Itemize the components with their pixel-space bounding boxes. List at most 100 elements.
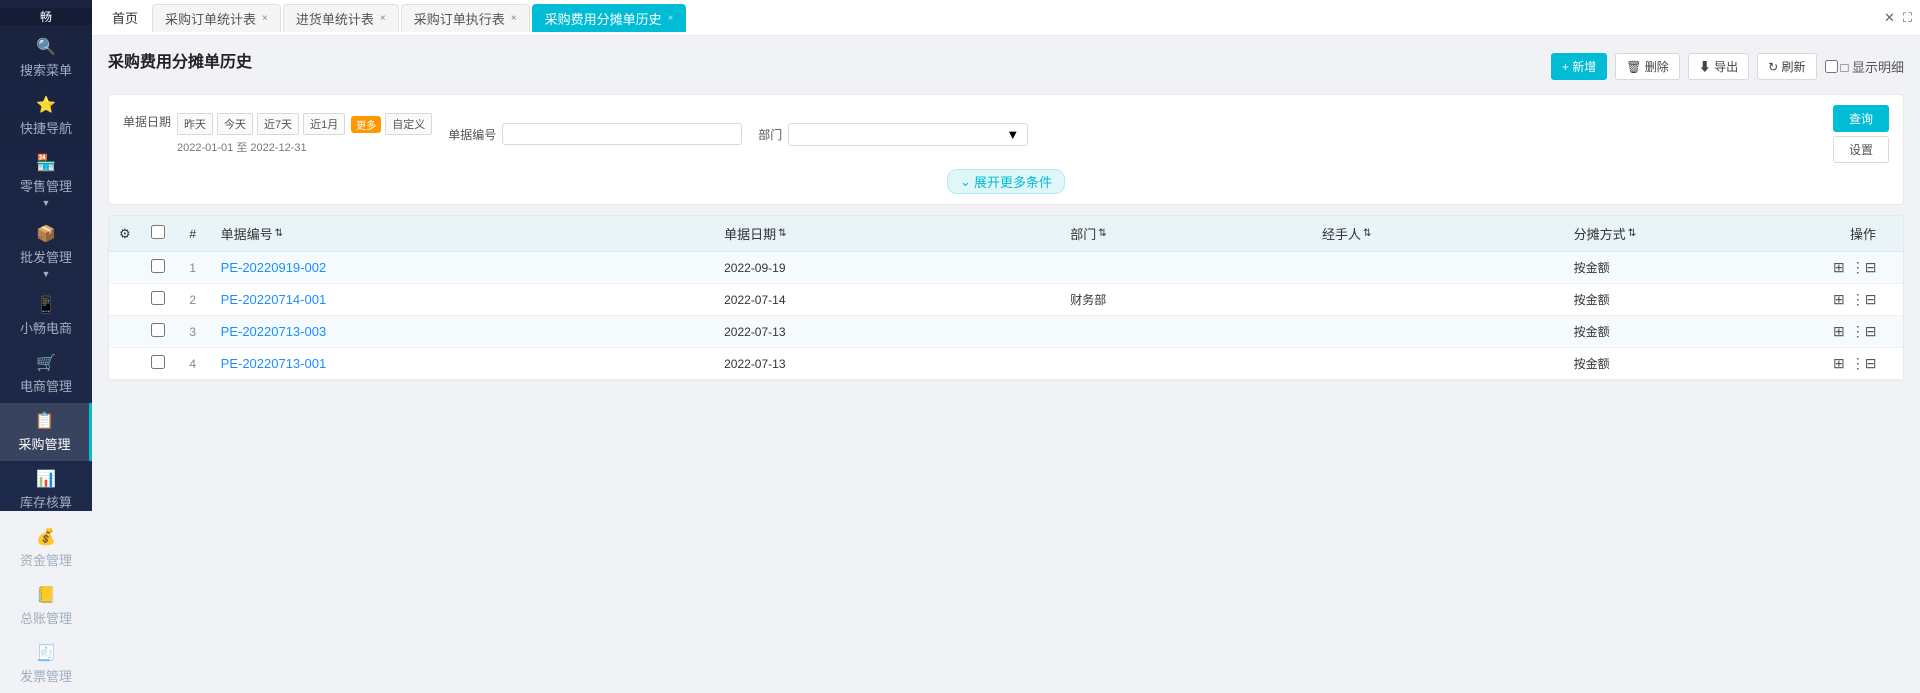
tab-purchase-order-stats-close[interactable]: × <box>262 13 268 24</box>
th-dept-label: 部门 <box>1070 224 1096 243</box>
table-row: 4 PE-20220713-001 2022-07-13 按金额 ⊞ ⋮⊟ <box>109 348 1903 380</box>
filter-dept-label: 部门 <box>758 126 782 143</box>
row-method: 按金额 <box>1564 284 1823 316</box>
sidebar-item-invoice[interactable]: 🧾 发票管理 <box>0 635 92 693</box>
tab-home[interactable]: 首页 <box>100 4 150 32</box>
display-cols-checkbox-wrap[interactable]: □ 显示明细 <box>1825 57 1904 76</box>
view-icon[interactable]: ⊞ <box>1833 259 1845 276</box>
row-checkbox-1[interactable] <box>151 291 165 305</box>
display-cols-label: □ 显示明细 <box>1841 57 1904 76</box>
row-checkbox-2[interactable] <box>151 323 165 337</box>
sidebar-item-wholesale[interactable]: 📦 批发管理 ▼ <box>0 216 92 287</box>
tab-purchase-goods-stats-close[interactable]: × <box>380 13 386 24</box>
sidebar-item-inventory[interactable]: 📊 库存核算 <box>0 461 92 519</box>
date-btn-custom[interactable]: 自定义 <box>385 113 432 135</box>
setting-button[interactable]: 设置 <box>1833 136 1889 163</box>
th-gear[interactable]: ⚙ <box>109 216 141 252</box>
tab-maximize-icon[interactable]: ⛶ <box>1903 10 1912 26</box>
sidebar-item-wholesale-label: 批发管理 <box>20 247 72 266</box>
view-icon[interactable]: ⊞ <box>1833 291 1845 308</box>
sidebar-item-search[interactable]: 🔍 搜索菜单 <box>0 29 92 87</box>
th-method[interactable]: 分摊方式 ⇅ <box>1564 216 1823 252</box>
tab-purchase-cost-split-label: 采购费用分摊单历史 <box>545 9 662 28</box>
view-icon[interactable]: ⊞ <box>1833 323 1845 340</box>
row-checkbox-3[interactable] <box>151 355 165 369</box>
more-icon[interactable]: ⋮⊟ <box>1851 355 1877 372</box>
query-button[interactable]: 查询 <box>1833 105 1889 132</box>
row-sn: PE-20220713-003 <box>211 316 714 348</box>
tab-purchase-order-exec-close[interactable]: × <box>511 13 517 24</box>
row-sn-link[interactable]: PE-20220919-002 <box>221 260 327 275</box>
sidebar-item-purchase[interactable]: 📋 采购管理 <box>0 403 92 461</box>
row-sn-link[interactable]: PE-20220713-001 <box>221 356 327 371</box>
sidebar-item-search-label: 搜索菜单 <box>20 60 72 79</box>
toolbar: + 新增 🗑 删除 ⬇ 导出 ↻ 刷新 □ 显示明细 <box>1551 53 1904 80</box>
sidebar-item-accounting-label: 总账管理 <box>20 608 72 627</box>
sidebar-item-invoice-label: 发票管理 <box>20 666 72 685</box>
select-all-checkbox[interactable] <box>151 225 165 239</box>
th-sn[interactable]: 单据编号 ⇅ <box>211 216 714 252</box>
row-sn-link[interactable]: PE-20220713-003 <box>221 324 327 339</box>
row-checkbox-0[interactable] <box>151 259 165 273</box>
filter-dept-select[interactable]: ▼ <box>788 123 1028 146</box>
tab-purchase-order-stats[interactable]: 采购订单统计表 × <box>152 4 281 32</box>
expand-more-button[interactable]: ⌄ 展开更多条件 <box>947 169 1065 194</box>
date-btn-1month[interactable]: 近1月 <box>303 113 345 135</box>
row-action: ⊞ ⋮⊟ <box>1823 348 1903 380</box>
date-btn-yesterday[interactable]: 昨天 <box>177 113 213 135</box>
filter-date-label: 单据日期 <box>123 113 171 130</box>
display-cols-checkbox[interactable] <box>1825 60 1838 73</box>
tab-purchase-order-exec[interactable]: 采购订单执行表 × <box>401 4 530 32</box>
date-btn-today[interactable]: 今天 <box>217 113 253 135</box>
more-icon[interactable]: ⋮⊟ <box>1851 259 1877 276</box>
row-handler <box>1312 348 1564 380</box>
page-title: 采购费用分摊单历史 <box>108 48 252 72</box>
purchase-icon: 📋 <box>35 411 55 431</box>
export-button[interactable]: ⬇ 导出 <box>1688 53 1749 80</box>
th-handler[interactable]: 经手人 ⇅ <box>1312 216 1564 252</box>
filter-dept-group: 部门 ▼ <box>758 123 1817 146</box>
sidebar-item-ecommerce[interactable]: 🛒 电商管理 <box>0 345 92 403</box>
filter-sn-group: 单据编号 <box>448 123 742 145</box>
tab-purchase-cost-split[interactable]: 采购费用分摊单历史 × <box>532 4 687 32</box>
row-handler <box>1312 284 1564 316</box>
row-gear-cell <box>109 252 141 284</box>
view-icon[interactable]: ⊞ <box>1833 355 1845 372</box>
th-action: 操作 <box>1823 216 1903 252</box>
more-icon[interactable]: ⋮⊟ <box>1851 291 1877 308</box>
row-checkbox-cell <box>141 284 175 316</box>
star-icon: ⭐ <box>36 95 56 115</box>
row-sn-link[interactable]: PE-20220714-001 <box>221 292 327 307</box>
row-sn: PE-20220713-001 <box>211 348 714 380</box>
add-button[interactable]: + 新增 <box>1551 53 1607 80</box>
more-icon[interactable]: ⋮⊟ <box>1851 323 1877 340</box>
chevron-down-icon2: ▼ <box>42 269 51 279</box>
th-date[interactable]: 单据日期 ⇅ <box>714 216 1060 252</box>
sort-icon-method: ⇅ <box>1628 228 1636 239</box>
sidebar-item-inventory-label: 库存核算 <box>20 492 72 511</box>
accounting-icon: 📒 <box>36 585 56 605</box>
gear-icon[interactable]: ⚙ <box>119 226 131 241</box>
finance-icon: 💰 <box>36 527 56 547</box>
row-no: 1 <box>175 252 211 284</box>
filter-action-group: 查询 设置 <box>1833 105 1889 163</box>
filter-area: 单据日期 昨天 今天 近7天 近1月 更多 自定义 2022-01-01 至 2… <box>108 94 1904 205</box>
sidebar-item-retail[interactable]: 🏪 零售管理 ▼ <box>0 145 92 216</box>
th-dept[interactable]: 部门 ⇅ <box>1060 216 1312 252</box>
sidebar-item-quicknav[interactable]: ⭐ 快捷导航 <box>0 87 92 145</box>
sidebar-item-accounting[interactable]: 📒 总账管理 <box>0 577 92 635</box>
date-btn-7days[interactable]: 近7天 <box>257 113 299 135</box>
tab-close-all-icon[interactable]: ✕ <box>1884 10 1895 26</box>
sidebar-item-quicknav-label: 快捷导航 <box>20 118 72 137</box>
refresh-button[interactable]: ↻ 刷新 <box>1757 53 1816 80</box>
row-action: ⊞ ⋮⊟ <box>1823 284 1903 316</box>
sidebar-item-finance[interactable]: 💰 资金管理 <box>0 519 92 577</box>
row-checkbox-cell <box>141 348 175 380</box>
tab-purchase-goods-stats[interactable]: 进货单统计表 × <box>283 4 399 32</box>
tab-purchase-order-exec-label: 采购订单执行表 <box>414 9 505 28</box>
sidebar-item-miniapp[interactable]: 📱 小畅电商 <box>0 287 92 345</box>
delete-button[interactable]: 🗑 删除 <box>1615 53 1680 80</box>
tab-purchase-cost-split-close[interactable]: × <box>668 13 674 24</box>
filter-sn-input[interactable] <box>502 123 742 145</box>
date-more-tag[interactable]: 更多 <box>351 116 381 133</box>
